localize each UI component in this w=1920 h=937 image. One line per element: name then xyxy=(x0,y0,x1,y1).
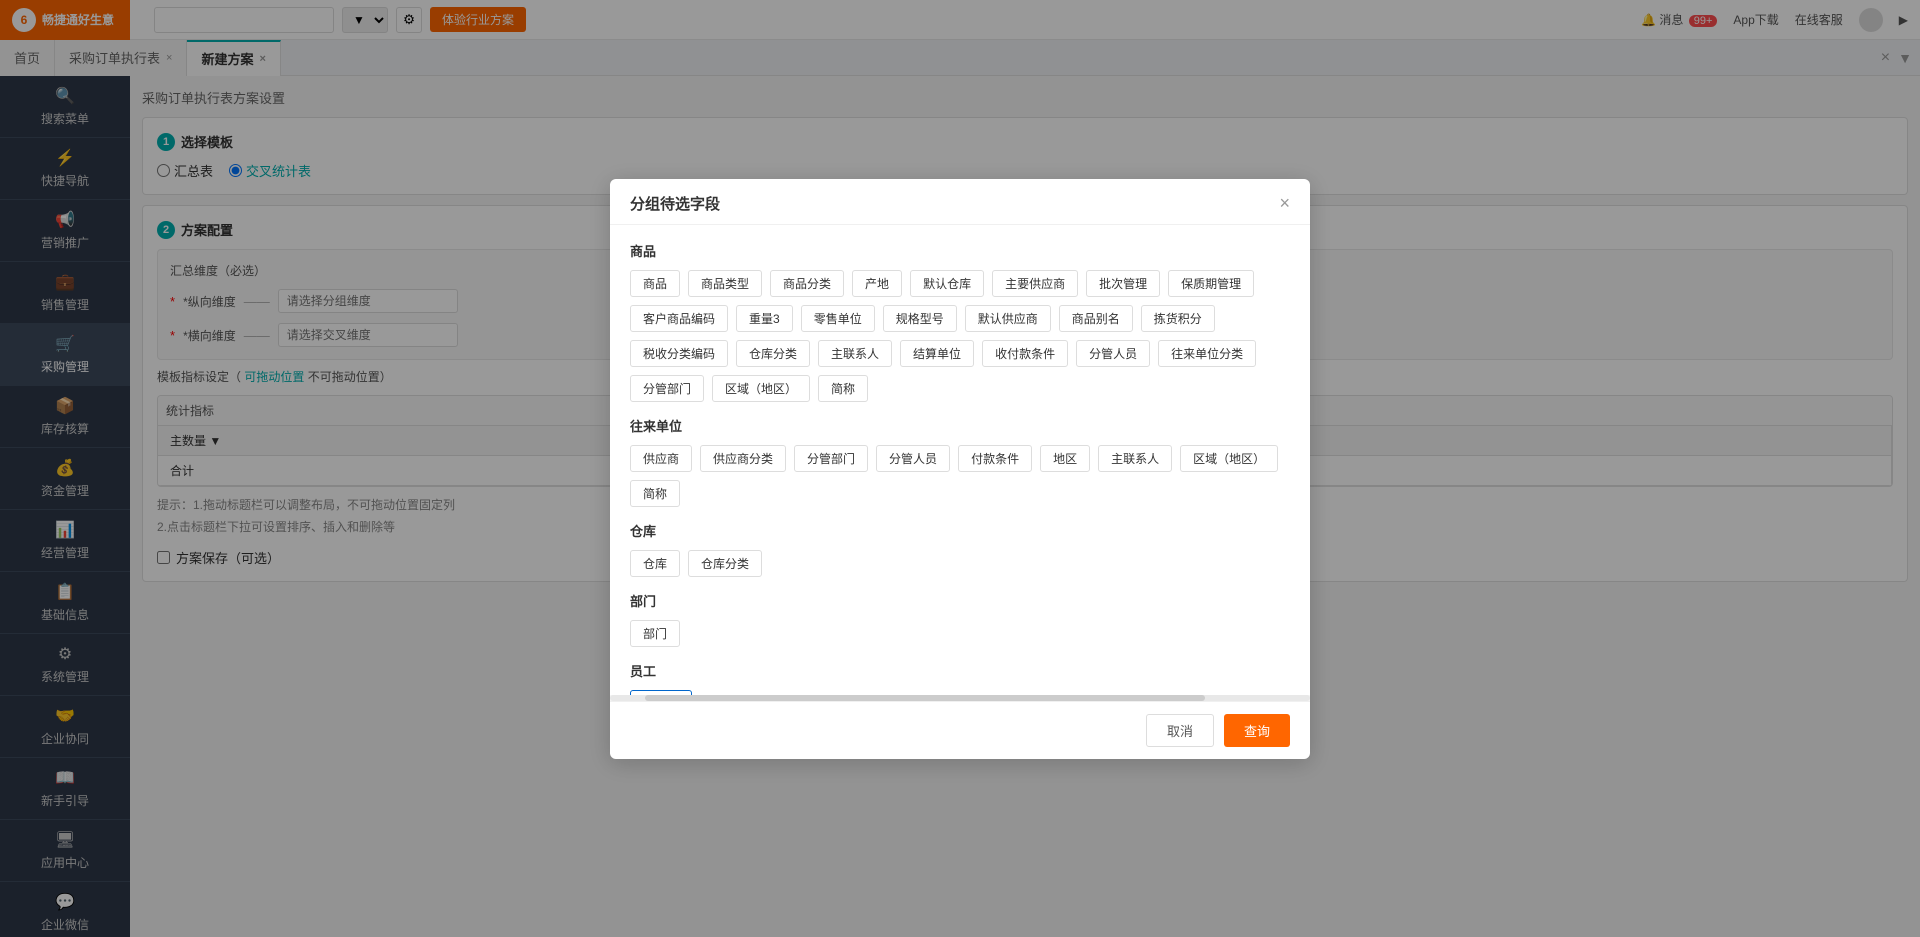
field-goods-category[interactable]: 商品分类 xyxy=(770,270,844,297)
modal-dialog: 分组待选字段 × 商品 商品 商品类型 商品分类 产地 默认仓库 主要供应商 批… xyxy=(610,179,1310,759)
field-partner-cat[interactable]: 往来单位分类 xyxy=(1158,340,1256,367)
modal-overlay[interactable]: 分组待选字段 × 商品 商品 商品类型 商品分类 产地 默认仓库 主要供应商 批… xyxy=(0,0,1920,937)
field-mgmt-person[interactable]: 分管人员 xyxy=(876,445,950,472)
field-area[interactable]: 地区 xyxy=(1040,445,1090,472)
section-goods-title: 商品 xyxy=(630,241,1290,260)
field-default-warehouse[interactable]: 默认仓库 xyxy=(910,270,984,297)
modal-body: 商品 商品 商品类型 商品分类 产地 默认仓库 主要供应商 批次管理 保质期管理… xyxy=(610,225,1310,695)
field-weight3[interactable]: 重量3 xyxy=(736,305,793,332)
warehouse-fields: 仓库 仓库分类 xyxy=(630,550,1290,577)
field-supplier[interactable]: 供应商 xyxy=(630,445,692,472)
field-main-contact2[interactable]: 主联系人 xyxy=(1098,445,1172,472)
field-dept-managed[interactable]: 分管部门 xyxy=(630,375,704,402)
field-payment-terms[interactable]: 收付款条件 xyxy=(982,340,1068,367)
confirm-button[interactable]: 查询 xyxy=(1224,714,1290,747)
modal-header: 分组待选字段 × xyxy=(610,179,1310,225)
field-origin[interactable]: 产地 xyxy=(852,270,902,297)
field-department[interactable]: 部门 xyxy=(630,620,680,647)
field-batch-mgmt[interactable]: 批次管理 xyxy=(1086,270,1160,297)
section-warehouse-title: 仓库 xyxy=(630,521,1290,540)
field-settle-unit[interactable]: 结算单位 xyxy=(900,340,974,367)
modal-footer: 取消 查询 xyxy=(610,701,1310,759)
scrollbar-thumb[interactable] xyxy=(645,695,1205,701)
field-warehouse-category[interactable]: 仓库分类 xyxy=(688,550,762,577)
field-payment-cond[interactable]: 付款条件 xyxy=(958,445,1032,472)
field-retail-unit[interactable]: 零售单位 xyxy=(801,305,875,332)
field-pick-points[interactable]: 拣货积分 xyxy=(1141,305,1215,332)
scrollbar-track xyxy=(610,695,1310,701)
field-supervisor[interactable]: 分管人员 xyxy=(1076,340,1150,367)
section-partner-title: 往来单位 xyxy=(630,416,1290,435)
field-spec-model[interactable]: 规格型号 xyxy=(883,305,957,332)
section-dept-title: 部门 xyxy=(630,591,1290,610)
field-main-supplier[interactable]: 主要供应商 xyxy=(992,270,1078,297)
field-mgmt-dept[interactable]: 分管部门 xyxy=(794,445,868,472)
field-warehouse-cat[interactable]: 仓库分类 xyxy=(736,340,810,367)
field-main-contact[interactable]: 主联系人 xyxy=(818,340,892,367)
field-expiry-mgmt[interactable]: 保质期管理 xyxy=(1168,270,1254,297)
field-goods[interactable]: 商品 xyxy=(630,270,680,297)
field-region1[interactable]: 区域（地区） xyxy=(712,375,810,402)
cancel-button[interactable]: 取消 xyxy=(1146,714,1214,747)
goods-fields: 商品 商品类型 商品分类 产地 默认仓库 主要供应商 批次管理 保质期管理 客户… xyxy=(630,270,1290,402)
field-customer-code[interactable]: 客户商品编码 xyxy=(630,305,728,332)
horizontal-scrollbar[interactable] xyxy=(610,695,1310,701)
field-region2[interactable]: 区域（地区） xyxy=(1180,445,1278,472)
field-abbreviation2[interactable]: 简称 xyxy=(630,480,680,507)
modal-close-button[interactable]: × xyxy=(1279,193,1290,214)
field-goods-alias[interactable]: 商品别名 xyxy=(1059,305,1133,332)
field-supplier-cat[interactable]: 供应商分类 xyxy=(700,445,786,472)
field-tax-code[interactable]: 税收分类编码 xyxy=(630,340,728,367)
partner-fields: 供应商 供应商分类 分管部门 分管人员 付款条件 地区 主联系人 区域（地区） … xyxy=(630,445,1290,507)
section-employee-title: 员工 xyxy=(630,661,1290,680)
dept-fields: 部门 xyxy=(630,620,1290,647)
field-goods-type[interactable]: 商品类型 xyxy=(688,270,762,297)
field-warehouse[interactable]: 仓库 xyxy=(630,550,680,577)
modal-title: 分组待选字段 xyxy=(630,193,720,214)
field-default-supplier[interactable]: 默认供应商 xyxy=(965,305,1051,332)
field-abbreviation1[interactable]: 简称 xyxy=(818,375,868,402)
